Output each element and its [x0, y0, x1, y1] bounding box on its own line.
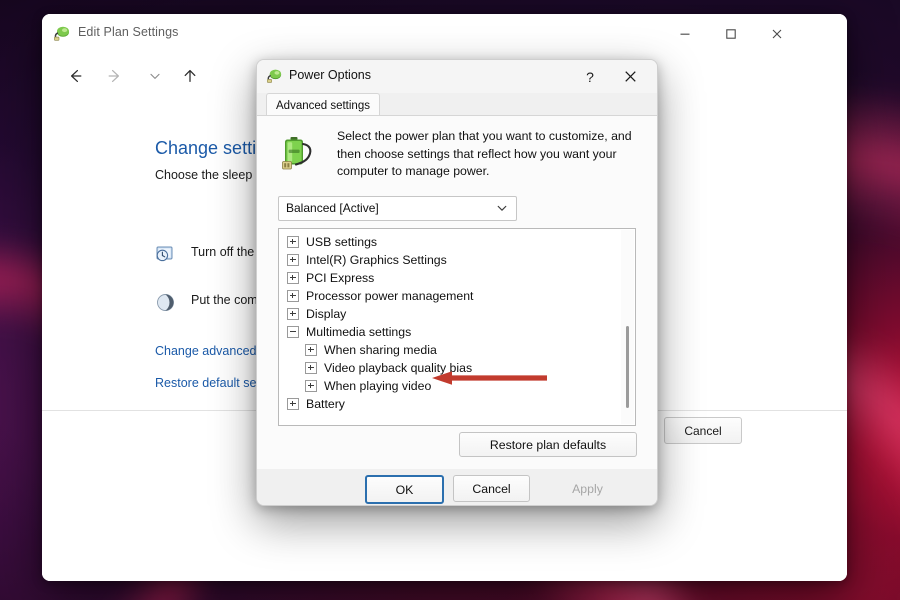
window-title: Edit Plan Settings [78, 25, 179, 39]
chevron-down-icon[interactable] [495, 201, 509, 220]
tree-item-label: Intel(R) Graphics Settings [306, 253, 447, 267]
expand-plus-icon[interactable] [287, 254, 299, 266]
sleep-moon-icon [155, 292, 176, 313]
setting-label-sleep: Put the comp [191, 293, 265, 307]
restore-plan-defaults-button[interactable]: Restore plan defaults [459, 432, 637, 457]
minimize-button[interactable] [662, 14, 708, 54]
tree-item-label: Display [306, 307, 347, 321]
tree-scrollbar-thumb[interactable] [626, 326, 629, 408]
link-change-advanced-settings[interactable]: Change advanced [155, 344, 256, 358]
dialog-content: Select the power plan that you want to c… [257, 116, 657, 469]
ok-button[interactable]: OK [365, 475, 444, 504]
power-plan-dropdown[interactable]: Balanced [Active] [278, 196, 517, 221]
expand-plus-icon[interactable] [287, 290, 299, 302]
window-titlebar: Edit Plan Settings [42, 14, 847, 54]
tree-item-label: Battery [306, 397, 345, 411]
tree-item-label: PCI Express [306, 271, 375, 285]
display-clock-icon [155, 244, 176, 265]
tree-item-label: When playing video [324, 379, 432, 393]
tree-item-label: Video playback quality bias [324, 361, 473, 375]
dialog-tabstrip: Advanced settings [257, 93, 657, 117]
apply-button: Apply [572, 481, 603, 496]
link-restore-default-settings[interactable]: Restore default set [155, 376, 260, 390]
dialog-close-button[interactable] [615, 64, 645, 89]
tree-item-label: When sharing media [324, 343, 437, 357]
advanced-settings-tree[interactable]: USB settings Intel(R) Graphics Settings PC… [278, 228, 636, 426]
tree-item[interactable]: Multimedia settings [279, 323, 635, 341]
expand-plus-icon[interactable] [287, 236, 299, 248]
dialog-title: Power Options [289, 68, 371, 82]
cancel-button[interactable]: Cancel [453, 475, 530, 502]
expand-plus-icon[interactable] [287, 308, 299, 320]
tree-item-label: Multimedia settings [306, 325, 412, 339]
expand-plus-icon[interactable] [305, 344, 317, 356]
forward-button[interactable] [101, 62, 129, 90]
up-button[interactable] [176, 62, 204, 90]
power-plug-icon [53, 25, 71, 43]
tree-item[interactable]: Battery [279, 395, 635, 413]
back-button[interactable] [61, 62, 89, 90]
tab-advanced-settings[interactable]: Advanced settings [266, 93, 380, 117]
power-options-dialog: Power Options ? Advanced settings Select… [256, 59, 658, 506]
intro-text: Select the power plan that you want to c… [337, 129, 632, 178]
help-button[interactable]: ? [577, 64, 603, 89]
tree-item[interactable]: PCI Express [279, 269, 635, 287]
tree-item[interactable]: When sharing media [279, 341, 635, 359]
tree-item[interactable]: Video playback quality bias [279, 359, 635, 377]
intro-block: Select the power plan that you want to c… [277, 128, 637, 188]
expand-plus-icon[interactable] [287, 272, 299, 284]
cancel-button-background[interactable]: Cancel [664, 417, 742, 444]
power-plan-value: Balanced [Active] [286, 201, 379, 215]
dialog-footer: OK Cancel Apply [257, 469, 657, 505]
page-subtitle: Choose the sleep a [155, 168, 263, 182]
collapse-minus-icon[interactable] [287, 326, 299, 338]
tree-item[interactable]: USB settings [279, 233, 635, 251]
battery-plug-icon [277, 132, 317, 174]
close-button[interactable] [754, 14, 800, 54]
tree-item[interactable]: Display [279, 305, 635, 323]
tree-item[interactable]: Processor power management [279, 287, 635, 305]
expand-plus-icon[interactable] [287, 398, 299, 410]
tree-scrollbar[interactable] [621, 230, 634, 424]
tree-item-label: Processor power management [306, 289, 474, 303]
dialog-titlebar: Power Options ? [257, 60, 657, 93]
tree-item-label: USB settings [306, 235, 378, 249]
expand-plus-icon[interactable] [305, 380, 317, 392]
maximize-button[interactable] [708, 14, 754, 54]
tree-item[interactable]: Intel(R) Graphics Settings [279, 251, 635, 269]
expand-plus-icon[interactable] [305, 362, 317, 374]
power-plug-icon [266, 68, 283, 85]
recent-locations-button[interactable] [141, 62, 169, 90]
tree-item[interactable]: When playing video [279, 377, 635, 395]
